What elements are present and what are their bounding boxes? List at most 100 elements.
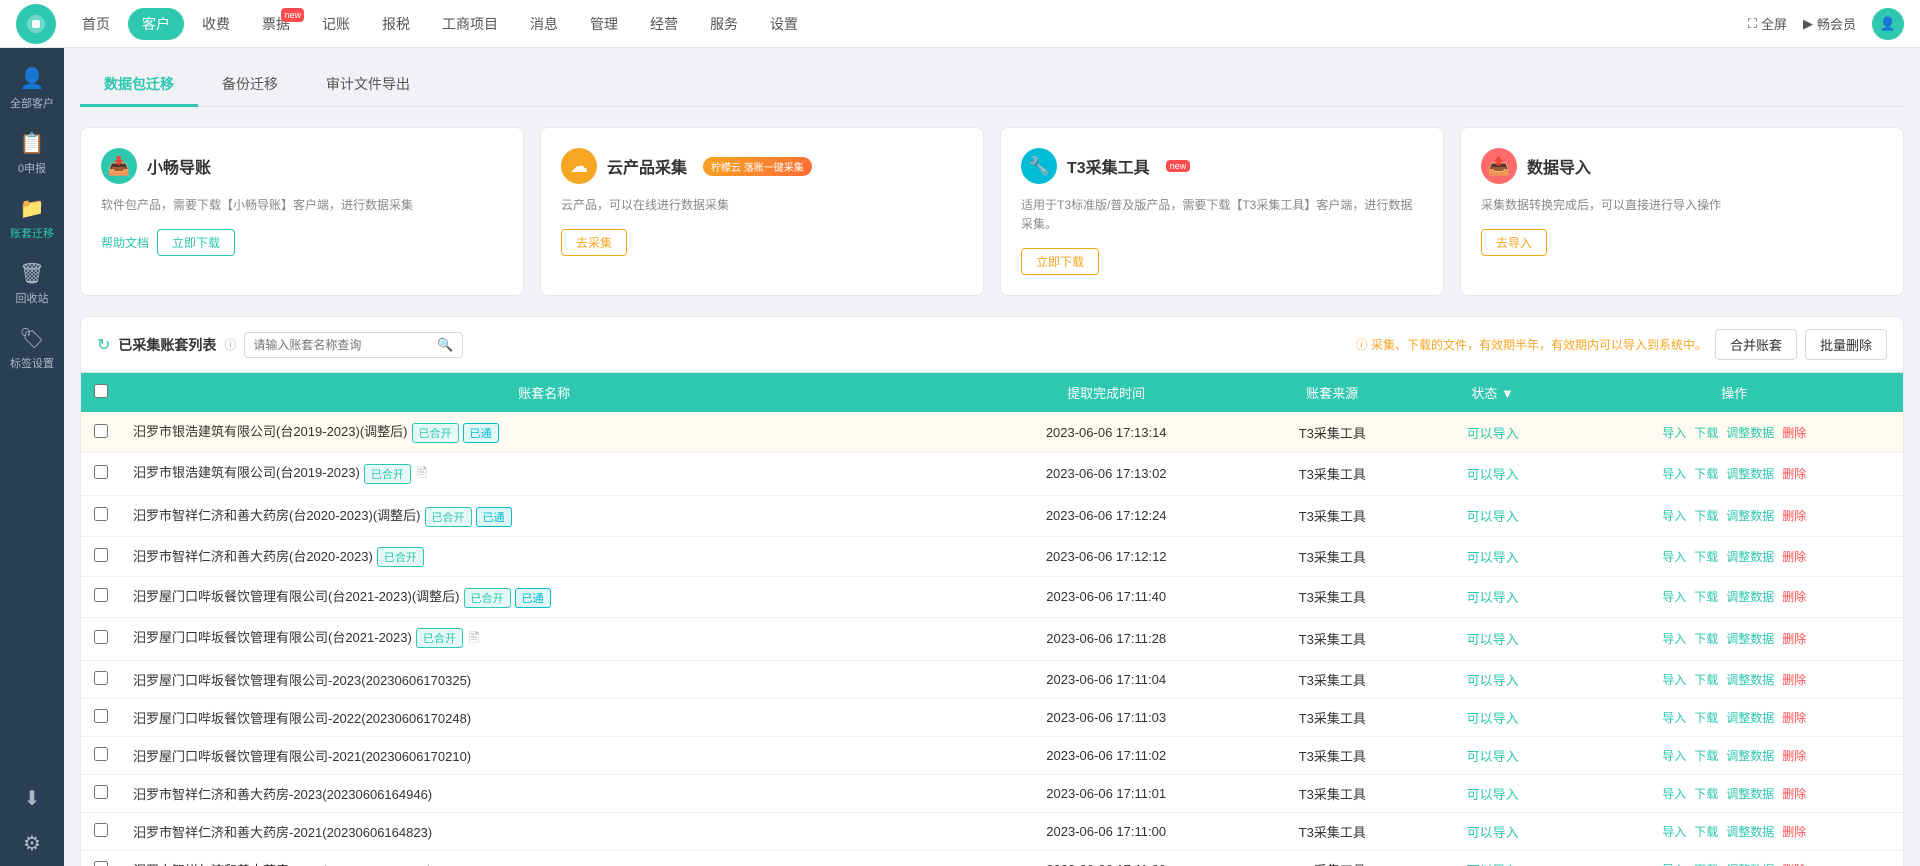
action-导入[interactable]: 导入 bbox=[1662, 787, 1686, 801]
action-下载[interactable]: 下载 bbox=[1694, 787, 1718, 801]
action-导入[interactable]: 导入 bbox=[1662, 711, 1686, 725]
action-调整数据[interactable]: 调整数据 bbox=[1726, 825, 1774, 839]
action-下载[interactable]: 下载 bbox=[1694, 825, 1718, 839]
row-checkbox[interactable] bbox=[94, 709, 108, 723]
action-删除[interactable]: 删除 bbox=[1782, 863, 1806, 866]
nav-business[interactable]: 工商项目 bbox=[428, 8, 512, 40]
member-button[interactable]: ▶ 畅会员 bbox=[1803, 14, 1856, 33]
row-checkbox[interactable] bbox=[94, 823, 108, 837]
table-help-icon[interactable]: ⓘ bbox=[224, 336, 236, 353]
action-调整数据[interactable]: 调整数据 bbox=[1726, 426, 1774, 440]
refresh-icon[interactable]: ↻ bbox=[97, 335, 110, 355]
row-checkbox[interactable] bbox=[94, 630, 108, 644]
action-下载[interactable]: 下载 bbox=[1694, 749, 1718, 763]
nav-billing[interactable]: 收费 bbox=[188, 8, 244, 40]
action-下载[interactable]: 下载 bbox=[1694, 711, 1718, 725]
action-导入[interactable]: 导入 bbox=[1662, 749, 1686, 763]
sidebar-item-profile[interactable]: ⚙ bbox=[0, 821, 64, 866]
action-导入[interactable]: 导入 bbox=[1662, 426, 1686, 440]
nav-customer[interactable]: 客户 bbox=[128, 8, 184, 40]
action-删除[interactable]: 删除 bbox=[1782, 590, 1806, 604]
tab-backup-migration[interactable]: 备份迁移 bbox=[198, 64, 302, 107]
action-下载[interactable]: 下载 bbox=[1694, 673, 1718, 687]
action-导入[interactable]: 导入 bbox=[1662, 509, 1686, 523]
app-logo[interactable] bbox=[16, 4, 56, 44]
action-调整数据[interactable]: 调整数据 bbox=[1726, 590, 1774, 604]
sidebar-item-recycle[interactable]: 🗑 回收站 bbox=[0, 251, 64, 316]
sidebar-item-zero-declaration[interactable]: 📋 0申报 bbox=[0, 121, 64, 186]
action-删除[interactable]: 删除 bbox=[1782, 467, 1806, 481]
row-checkbox[interactable] bbox=[94, 588, 108, 602]
action-下载[interactable]: 下载 bbox=[1694, 590, 1718, 604]
col-status[interactable]: 状态 ▼ bbox=[1420, 373, 1566, 412]
action-下载[interactable]: 下载 bbox=[1694, 426, 1718, 440]
tab-audit-export[interactable]: 审计文件导出 bbox=[302, 64, 434, 107]
file-icon[interactable]: 🖹 bbox=[469, 630, 479, 645]
action-调整数据[interactable]: 调整数据 bbox=[1726, 749, 1774, 763]
nav-settings[interactable]: 设置 bbox=[756, 8, 812, 40]
row-checkbox[interactable] bbox=[94, 861, 108, 866]
xiaochang-help-link[interactable]: 帮助文档 bbox=[101, 234, 149, 251]
action-导入[interactable]: 导入 bbox=[1662, 825, 1686, 839]
action-删除[interactable]: 删除 bbox=[1782, 426, 1806, 440]
dataimport-goto-button[interactable]: 去导入 bbox=[1481, 229, 1547, 256]
user-avatar[interactable]: 👤 bbox=[1872, 8, 1904, 40]
select-all-checkbox[interactable] bbox=[94, 384, 108, 398]
sidebar-item-account-migration[interactable]: 📁 账套迁移 bbox=[0, 186, 64, 251]
action-下载[interactable]: 下载 bbox=[1694, 467, 1718, 481]
action-调整数据[interactable]: 调整数据 bbox=[1726, 673, 1774, 687]
nav-service[interactable]: 服务 bbox=[696, 8, 752, 40]
action-删除[interactable]: 删除 bbox=[1782, 711, 1806, 725]
action-删除[interactable]: 删除 bbox=[1782, 673, 1806, 687]
row-checkbox[interactable] bbox=[94, 548, 108, 562]
action-删除[interactable]: 删除 bbox=[1782, 825, 1806, 839]
row-checkbox[interactable] bbox=[94, 747, 108, 761]
action-导入[interactable]: 导入 bbox=[1662, 467, 1686, 481]
action-删除[interactable]: 删除 bbox=[1782, 509, 1806, 523]
nav-tax[interactable]: 报税 bbox=[368, 8, 424, 40]
action-调整数据[interactable]: 调整数据 bbox=[1726, 863, 1774, 866]
action-导入[interactable]: 导入 bbox=[1662, 632, 1686, 646]
row-checkbox[interactable] bbox=[94, 424, 108, 438]
row-checkbox[interactable] bbox=[94, 465, 108, 479]
row-checkbox[interactable] bbox=[94, 785, 108, 799]
search-input[interactable] bbox=[253, 338, 433, 352]
batch-delete-button[interactable]: 批量删除 bbox=[1805, 329, 1887, 360]
action-下载[interactable]: 下载 bbox=[1694, 509, 1718, 523]
nav-management[interactable]: 管理 bbox=[576, 8, 632, 40]
nav-operation[interactable]: 经营 bbox=[636, 8, 692, 40]
action-下载[interactable]: 下载 bbox=[1694, 550, 1718, 564]
action-导入[interactable]: 导入 bbox=[1662, 550, 1686, 564]
nav-message[interactable]: 消息 bbox=[516, 8, 572, 40]
action-调整数据[interactable]: 调整数据 bbox=[1726, 711, 1774, 725]
action-下载[interactable]: 下载 bbox=[1694, 632, 1718, 646]
merge-accounts-button[interactable]: 合并账套 bbox=[1715, 329, 1797, 360]
search-icon[interactable]: 🔍 bbox=[437, 337, 453, 353]
action-调整数据[interactable]: 调整数据 bbox=[1726, 467, 1774, 481]
action-删除[interactable]: 删除 bbox=[1782, 787, 1806, 801]
nav-invoice[interactable]: 票据new bbox=[248, 8, 304, 40]
sidebar-item-all-customers[interactable]: 👤 全部客户 bbox=[0, 56, 64, 121]
file-icon[interactable]: 🖹 bbox=[417, 465, 427, 480]
sidebar-item-download[interactable]: ⬇ bbox=[0, 776, 64, 821]
action-删除[interactable]: 删除 bbox=[1782, 749, 1806, 763]
row-checkbox[interactable] bbox=[94, 671, 108, 685]
yuncp-collect-button[interactable]: 去采集 bbox=[561, 229, 627, 256]
action-导入[interactable]: 导入 bbox=[1662, 590, 1686, 604]
action-导入[interactable]: 导入 bbox=[1662, 863, 1686, 866]
xiaochang-download-button[interactable]: 立即下载 bbox=[157, 229, 235, 256]
action-导入[interactable]: 导入 bbox=[1662, 673, 1686, 687]
row-checkbox[interactable] bbox=[94, 507, 108, 521]
action-下载[interactable]: 下载 bbox=[1694, 863, 1718, 866]
action-删除[interactable]: 删除 bbox=[1782, 550, 1806, 564]
nav-bookkeeping[interactable]: 记账 bbox=[308, 8, 364, 40]
action-调整数据[interactable]: 调整数据 bbox=[1726, 509, 1774, 523]
tab-data-migration[interactable]: 数据包迁移 bbox=[80, 64, 198, 107]
sidebar-item-tag-settings[interactable]: 🏷 标签设置 bbox=[0, 316, 64, 381]
action-调整数据[interactable]: 调整数据 bbox=[1726, 787, 1774, 801]
t3-download-button[interactable]: 立即下载 bbox=[1021, 248, 1099, 275]
action-调整数据[interactable]: 调整数据 bbox=[1726, 632, 1774, 646]
action-删除[interactable]: 删除 bbox=[1782, 632, 1806, 646]
action-调整数据[interactable]: 调整数据 bbox=[1726, 550, 1774, 564]
nav-home[interactable]: 首页 bbox=[68, 8, 124, 40]
